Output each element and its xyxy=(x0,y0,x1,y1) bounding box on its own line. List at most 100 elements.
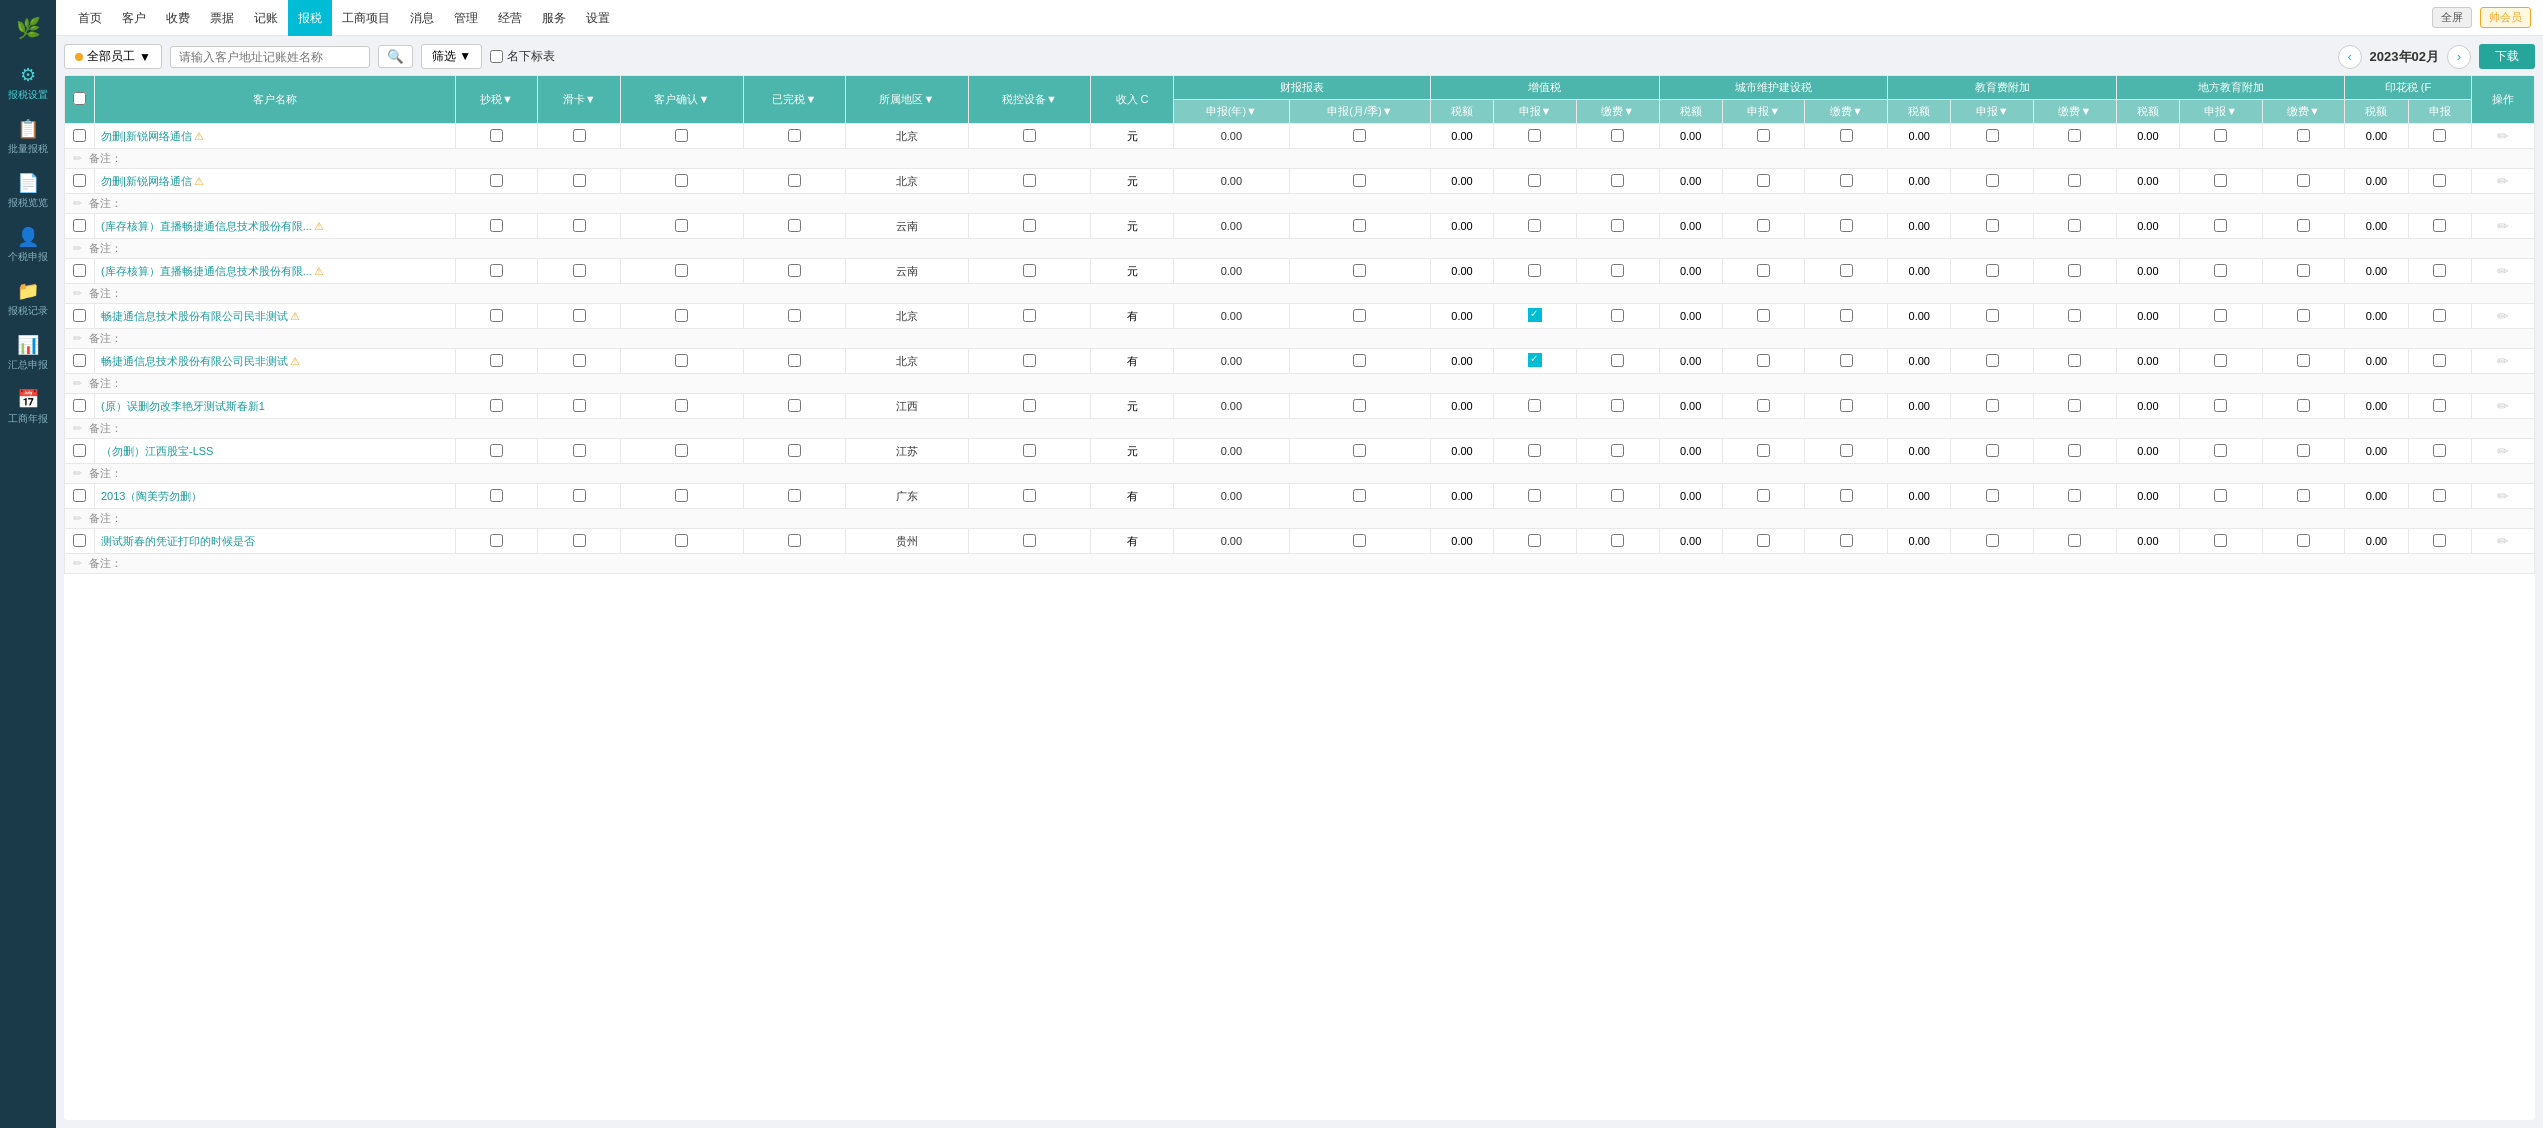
shebei-checkbox[interactable] xyxy=(1023,174,1036,187)
queren-checkbox[interactable] xyxy=(675,354,688,367)
difang-checkbox1[interactable] xyxy=(2214,219,2227,232)
wanshui-checkbox[interactable] xyxy=(788,354,801,367)
sidebar-item-gongshangnianbaoo[interactable]: 📅 工商年报 xyxy=(0,380,56,434)
nav-baoshuii[interactable]: 报税 xyxy=(288,0,332,36)
huaka-checkbox[interactable] xyxy=(573,354,586,367)
yinhua-checkbox[interactable] xyxy=(2433,489,2446,502)
edit-icon[interactable]: ✏ xyxy=(2497,533,2509,549)
nav-client[interactable]: 客户 xyxy=(112,0,156,36)
sidebar-item-baoshuijilu[interactable]: 📁 报税记录 xyxy=(0,272,56,326)
row-checkbox[interactable] xyxy=(73,174,86,187)
vat-pay-checkbox[interactable] xyxy=(1611,309,1624,322)
caibao-checkbox1[interactable] xyxy=(1353,264,1366,277)
jiaoyu-checkbox2[interactable] xyxy=(2068,444,2081,457)
yinhua-checkbox[interactable] xyxy=(2433,264,2446,277)
difang-checkbox2[interactable] xyxy=(2297,309,2310,322)
queren-checkbox[interactable] xyxy=(675,399,688,412)
huaka-checkbox[interactable] xyxy=(573,399,586,412)
sidebar-item-huizongminbao[interactable]: 📊 汇总申报 xyxy=(0,326,56,380)
edit-icon[interactable]: ✏ xyxy=(2497,173,2509,189)
warning-icon[interactable]: ⚠ xyxy=(194,175,204,187)
caibao-checkbox1[interactable] xyxy=(1353,444,1366,457)
nav-shoufei[interactable]: 收费 xyxy=(156,0,200,36)
shebei-checkbox[interactable] xyxy=(1023,309,1036,322)
queren-checkbox[interactable] xyxy=(675,309,688,322)
vat-pay-checkbox[interactable] xyxy=(1611,444,1624,457)
huaka-checkbox[interactable] xyxy=(573,129,586,142)
select-all-checkbox[interactable] xyxy=(73,92,86,105)
huaka-checkbox[interactable] xyxy=(573,534,586,547)
huaka-checkbox[interactable] xyxy=(573,489,586,502)
shebei-checkbox[interactable] xyxy=(1023,264,1036,277)
client-name[interactable]: 勿删|新锐网络通信⚠ xyxy=(95,169,456,194)
difang-checkbox1[interactable] xyxy=(2214,129,2227,142)
yinhua-checkbox[interactable] xyxy=(2433,129,2446,142)
client-name[interactable]: 测试斯春的凭证打印的时候是否 xyxy=(95,529,456,554)
warning-icon[interactable]: ⚠ xyxy=(314,220,324,232)
edit-icon[interactable]: ✏ xyxy=(2497,263,2509,279)
queren-checkbox[interactable] xyxy=(675,489,688,502)
difang-checkbox1[interactable] xyxy=(2214,174,2227,187)
member-button[interactable]: 帅会员 xyxy=(2480,7,2531,28)
caibao-checkbox1[interactable] xyxy=(1353,129,1366,142)
edit-icon[interactable]: ✏ xyxy=(2497,308,2509,324)
huaka-checkbox[interactable] xyxy=(573,264,586,277)
difang-checkbox1[interactable] xyxy=(2214,264,2227,277)
sidebar-item-gerenzhenbao[interactable]: 👤 个税申报 xyxy=(0,218,56,272)
client-name[interactable]: (库存核算）直播畅捷通信息技术股份有限...⚠ xyxy=(95,259,456,284)
wanshui-checkbox[interactable] xyxy=(788,129,801,142)
chaoshui-checkbox[interactable] xyxy=(490,174,503,187)
yinhua-checkbox[interactable] xyxy=(2433,399,2446,412)
chengshi-checkbox2[interactable] xyxy=(1840,309,1853,322)
jiaoyu-checkbox2[interactable] xyxy=(2068,399,2081,412)
chaoshui-checkbox[interactable] xyxy=(490,354,503,367)
jiaoyu-checkbox1[interactable] xyxy=(1986,489,1999,502)
next-month-button[interactable]: › xyxy=(2447,45,2471,69)
nav-fuwu[interactable]: 服务 xyxy=(532,0,576,36)
vat-pay-checkbox[interactable] xyxy=(1611,534,1624,547)
shebei-checkbox[interactable] xyxy=(1023,444,1036,457)
wanshui-checkbox[interactable] xyxy=(788,219,801,232)
chengshi-checkbox2[interactable] xyxy=(1840,219,1853,232)
warning-icon[interactable]: ⚠ xyxy=(290,355,300,367)
yinhua-checkbox[interactable] xyxy=(2433,354,2446,367)
chengshi-checkbox2[interactable] xyxy=(1840,354,1853,367)
wanshui-checkbox[interactable] xyxy=(788,444,801,457)
chengshi-checkbox2[interactable] xyxy=(1840,399,1853,412)
wanshui-checkbox[interactable] xyxy=(788,399,801,412)
yinhua-checkbox[interactable] xyxy=(2433,534,2446,547)
row-checkbox[interactable] xyxy=(73,129,86,142)
wanshui-checkbox[interactable] xyxy=(788,174,801,187)
client-name[interactable]: （勿删）江西股宝-LSS xyxy=(95,439,456,464)
nav-shezhi[interactable]: 设置 xyxy=(576,0,620,36)
difang-checkbox2[interactable] xyxy=(2297,129,2310,142)
huaka-checkbox[interactable] xyxy=(573,219,586,232)
nav-jingying[interactable]: 经营 xyxy=(488,0,532,36)
sidebar-item-baoshuishezhi[interactable]: ⚙ 报税设置 xyxy=(0,56,56,110)
yinhua-checkbox[interactable] xyxy=(2433,444,2446,457)
vat-checkbox[interactable] xyxy=(1528,219,1541,232)
row-checkbox[interactable] xyxy=(73,309,86,322)
huaka-checkbox[interactable] xyxy=(573,174,586,187)
edit-icon[interactable]: ✏ xyxy=(2497,443,2509,459)
difang-checkbox1[interactable] xyxy=(2214,489,2227,502)
warning-icon[interactable]: ⚠ xyxy=(290,310,300,322)
chengshi-checkbox2[interactable] xyxy=(1840,489,1853,502)
client-name[interactable]: 2013（陶美劳勿删） xyxy=(95,484,456,509)
edit-icon[interactable]: ✏ xyxy=(2497,353,2509,369)
jiaoyu-checkbox2[interactable] xyxy=(2068,354,2081,367)
prev-month-button[interactable]: ‹ xyxy=(2338,45,2362,69)
vat-checkbox[interactable] xyxy=(1528,264,1541,277)
client-name[interactable]: 畅捷通信息技术股份有限公司民非测试⚠ xyxy=(95,349,456,374)
vat-pay-checkbox[interactable] xyxy=(1611,399,1624,412)
huaka-checkbox[interactable] xyxy=(573,444,586,457)
caibao-checkbox1[interactable] xyxy=(1353,309,1366,322)
jiaoyu-checkbox1[interactable] xyxy=(1986,534,1999,547)
sidebar-item-piliangshuibao[interactable]: 📋 批量报税 xyxy=(0,110,56,164)
name-table-checkbox[interactable] xyxy=(490,50,503,63)
shebei-checkbox[interactable] xyxy=(1023,129,1036,142)
chengshi-checkbox2[interactable] xyxy=(1840,264,1853,277)
chaoshui-checkbox[interactable] xyxy=(490,264,503,277)
difang-checkbox2[interactable] xyxy=(2297,444,2310,457)
difang-checkbox2[interactable] xyxy=(2297,399,2310,412)
